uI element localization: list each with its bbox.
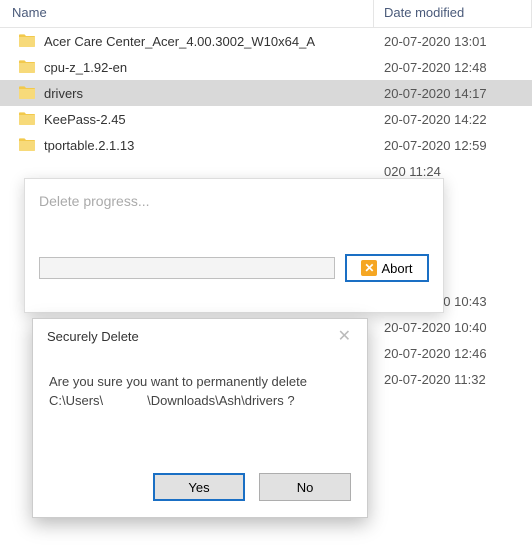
confirm-dialog-title: Securely Delete bbox=[47, 329, 139, 344]
file-date: 20-07-2020 10:40 bbox=[374, 320, 532, 335]
table-row[interactable]: drivers20-07-2020 14:17 bbox=[0, 80, 532, 106]
folder-icon bbox=[18, 138, 36, 152]
redacted-username bbox=[103, 395, 147, 408]
table-row[interactable]: KeePass-2.4520-07-2020 14:22 bbox=[0, 106, 532, 132]
file-name: drivers bbox=[44, 86, 374, 101]
file-date: 20-07-2020 14:17 bbox=[374, 86, 532, 101]
file-date: 20-07-2020 12:46 bbox=[374, 346, 532, 361]
folder-icon bbox=[18, 112, 36, 126]
close-icon[interactable]: ✕ bbox=[330, 322, 359, 350]
abort-icon: ✕ bbox=[361, 260, 377, 276]
file-date: 20-07-2020 12:48 bbox=[374, 60, 532, 75]
file-name: Acer Care Center_Acer_4.00.3002_W10x64_A bbox=[44, 34, 374, 49]
folder-icon bbox=[18, 34, 36, 48]
confirm-message-line1: Are you sure you want to permanently del… bbox=[49, 373, 351, 392]
confirm-dialog-body: Are you sure you want to permanently del… bbox=[33, 353, 367, 411]
file-date: 20-07-2020 12:59 bbox=[374, 138, 532, 153]
path-suffix: \Downloads\Ash\drivers ? bbox=[147, 393, 294, 408]
file-name: cpu-z_1.92-en bbox=[44, 60, 374, 75]
yes-button[interactable]: Yes bbox=[153, 473, 245, 501]
file-name: tportable.2.1.13 bbox=[44, 138, 374, 153]
progress-bar bbox=[39, 257, 335, 279]
column-date-header[interactable]: Date modified bbox=[374, 0, 532, 27]
file-date: 20-07-2020 13:01 bbox=[374, 34, 532, 49]
column-name-header[interactable]: Name bbox=[0, 0, 374, 27]
table-row[interactable]: cpu-z_1.92-en20-07-2020 12:48 bbox=[0, 54, 532, 80]
folder-icon bbox=[18, 60, 36, 74]
abort-label: Abort bbox=[381, 261, 412, 276]
column-header: Name Date modified bbox=[0, 0, 532, 28]
file-name: KeePass-2.45 bbox=[44, 112, 374, 127]
table-row[interactable]: Acer Care Center_Acer_4.00.3002_W10x64_A… bbox=[0, 28, 532, 54]
path-prefix: C:\Users\ bbox=[49, 393, 103, 408]
file-date: 020 11:24 bbox=[374, 164, 532, 179]
confirm-message-path: C:\Users\ \Downloads\Ash\drivers ? bbox=[49, 392, 351, 411]
table-row[interactable]: tportable.2.1.1320-07-2020 12:59 bbox=[0, 132, 532, 158]
file-date: 20-07-2020 11:32 bbox=[374, 372, 532, 387]
delete-progress-title: Delete progress... bbox=[39, 193, 429, 209]
folder-icon bbox=[18, 86, 36, 100]
file-date: 20-07-2020 14:22 bbox=[374, 112, 532, 127]
no-button[interactable]: No bbox=[259, 473, 351, 501]
delete-progress-dialog: Delete progress... ✕ Abort bbox=[24, 178, 444, 313]
confirm-delete-dialog: Securely Delete ✕ Are you sure you want … bbox=[32, 318, 368, 518]
abort-button[interactable]: ✕ Abort bbox=[345, 254, 429, 282]
folder-icon bbox=[18, 164, 36, 178]
